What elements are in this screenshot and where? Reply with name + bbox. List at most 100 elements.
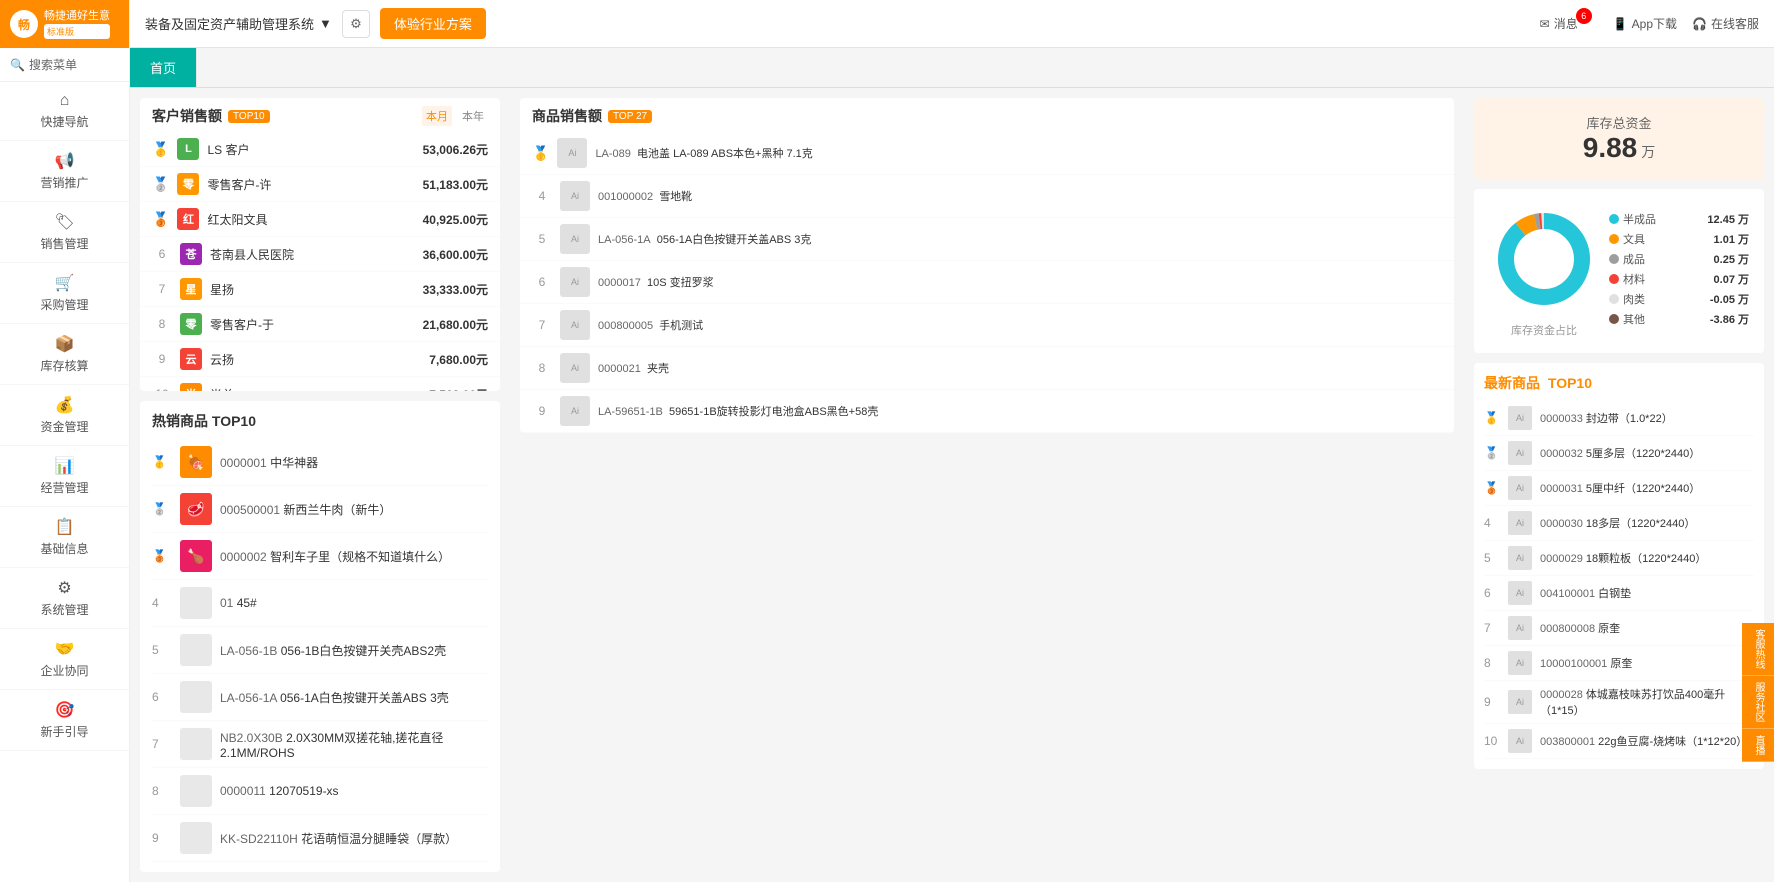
main-area: 装备及固定资产辅助管理系统 ▼ ⚙ 体验行业方案 ✉ 消息 6 📱 App下载 … xyxy=(130,0,1774,882)
legend-item: 肉类 -0.05 万 xyxy=(1609,291,1749,307)
content-area: 客户销售额 TOP10 本月 本年 🥇 L LS 客户 53,006.26元 xyxy=(130,88,1774,882)
product-image: Ai xyxy=(1508,476,1532,500)
table-row: 5 Ai LA-056-1A 056-1A白色按键开关盖ABS 3克 xyxy=(520,218,1454,261)
product-image: 🍗 xyxy=(180,540,212,572)
nav-item-jingying[interactable]: 📊 经营管理 xyxy=(0,446,129,507)
hot-products-title: 热销商品 TOP10 xyxy=(152,411,488,431)
product-image: Ai xyxy=(1508,511,1532,535)
table-row: 7 Ai 000800005 手机测试 xyxy=(520,304,1454,347)
list-item: 🥉 🍗 0000002 智利车子里（规格不知道填什么） xyxy=(152,533,488,580)
table-row: 6 Ai 0000017 10S 变扭罗浆 xyxy=(520,261,1454,304)
table-row: 🥈 零 零售客户-许 51,183.00元 xyxy=(140,167,500,202)
list-item: 8 Ai 10000100001 原奎 xyxy=(1484,646,1754,681)
legend-item: 其他 -3.86 万 xyxy=(1609,311,1749,327)
search-icon: 🔍 xyxy=(10,58,25,72)
avatar: L xyxy=(177,138,199,160)
nav-item-kuaijie[interactable]: ⌂ 快捷导航 xyxy=(0,82,129,141)
product-image: Ai xyxy=(560,181,590,211)
search-menu-button[interactable]: 🔍 搜索菜单 xyxy=(10,56,77,73)
system-name: 装备及固定资产辅助管理系统 xyxy=(145,14,314,33)
float-buttons: 客服热线 服务社区 直播 xyxy=(1742,623,1774,762)
product-image: Ai xyxy=(1508,441,1532,465)
float-btn-live[interactable]: 直播 xyxy=(1742,729,1774,762)
product-rank-panel: 商品销售额 TOP 27 🥇 Ai LA-089 电池盖 LA-089 ABS本… xyxy=(520,98,1454,433)
legend-dot xyxy=(1609,314,1619,324)
message-button[interactable]: ✉ 消息 6 xyxy=(1540,15,1598,32)
nav-icon-purchase: 🛒 xyxy=(55,273,75,293)
list-item: 9 Ai 0000028 体城嘉枝味苏打饮品400毫升（1*15） xyxy=(1484,681,1754,724)
sidebar: 畅 畅捷通好生意 标准版 🔍 搜索菜单 ⌂ 快捷导航 📢 营销推广 🏷 销售管理… xyxy=(0,0,130,882)
nav-item-yingxiao[interactable]: 📢 营销推广 xyxy=(0,141,129,202)
tab-bar: 首页 xyxy=(130,48,1774,88)
sidebar-logo: 畅 畅捷通好生意 标准版 xyxy=(0,0,129,48)
tab-home[interactable]: 首页 xyxy=(130,48,197,87)
list-item: 5 Ai 0000029 18颗粒板（1220*2440） xyxy=(1484,541,1754,576)
inventory-value: 9.88 xyxy=(1583,132,1638,164)
nav-icon-base: 📋 xyxy=(55,517,75,537)
product-image: Ai xyxy=(1508,616,1532,640)
logo-text: 畅捷通好生意 xyxy=(44,9,110,23)
donut-legend: 半成品 12.45 万 文具 1.01 万 成品 0.25 万 xyxy=(1609,211,1749,331)
product-image: Ai xyxy=(1508,651,1532,675)
nav-item-xiaoshou[interactable]: 🏷 销售管理 xyxy=(0,202,129,263)
donut-chart xyxy=(1489,204,1599,317)
legend-dot xyxy=(1609,214,1619,224)
try-plan-button[interactable]: 体验行业方案 xyxy=(380,8,486,39)
legend-item: 半成品 12.45 万 xyxy=(1609,211,1749,227)
legend-dot xyxy=(1609,274,1619,284)
inventory-value-row: 9.88 万 xyxy=(1489,132,1749,164)
table-row: 🥇 Ai LA-089 电池盖 LA-089 ABS本色+黑种 7.1克 xyxy=(520,132,1454,175)
product-image xyxy=(180,681,212,713)
table-row: 10 肖 肖总 7,563.00元 xyxy=(140,377,500,391)
product-image: Ai xyxy=(1508,581,1532,605)
nav-item-jichu[interactable]: 📋 基础信息 xyxy=(0,507,129,568)
product-image: Ai xyxy=(1508,546,1532,570)
float-btn-community[interactable]: 服务社区 xyxy=(1742,676,1774,729)
nav-icon-finance: 💰 xyxy=(55,395,75,415)
nav-item-kucun[interactable]: 📦 库存核算 xyxy=(0,324,129,385)
avatar: 苍 xyxy=(180,243,202,265)
list-item: 4 01 45# xyxy=(152,580,488,627)
left-column: 客户销售额 TOP10 本月 本年 🥇 L LS 客户 53,006.26元 xyxy=(130,88,510,882)
nav-item-xinshou[interactable]: 🎯 新手引导 xyxy=(0,690,129,751)
avatar: 星 xyxy=(180,278,202,300)
table-row: 🥉 红 红太阳文具 40,925.00元 xyxy=(140,202,500,237)
headset-icon: 🎧 xyxy=(1692,17,1707,31)
hot-products-panel: 热销商品 TOP10 🥇 🍖 0000001 中华神器 🥈 🥩 00050000… xyxy=(140,401,500,872)
header: 装备及固定资产辅助管理系统 ▼ ⚙ 体验行业方案 ✉ 消息 6 📱 App下载 … xyxy=(130,0,1774,48)
product-image: Ai xyxy=(560,267,590,297)
period-tab-year[interactable]: 本年 xyxy=(458,106,488,126)
list-item: 7 NB2.0X30B 2.0X30MM双搓花轴,搓花直径2.1MM/ROHS xyxy=(152,721,488,768)
app-download-button[interactable]: 📱 App下载 xyxy=(1613,15,1677,32)
list-item: 4 Ai 0000030 18多层（1220*2440） xyxy=(1484,506,1754,541)
product-image: 🍖 xyxy=(180,446,212,478)
table-row: 4 Ai 001000002 雪地靴 xyxy=(520,175,1454,218)
online-service-button[interactable]: 🎧 在线客服 xyxy=(1692,15,1759,32)
nav-item-caigou[interactable]: 🛒 采购管理 xyxy=(0,263,129,324)
legend-item: 材料 0.07 万 xyxy=(1609,271,1749,287)
sidebar-search-area[interactable]: 🔍 搜索菜单 xyxy=(0,48,129,82)
list-item: 🥈 Ai 0000032 5厘多层（1220*2440） xyxy=(1484,436,1754,471)
product-image: Ai xyxy=(560,353,590,383)
avatar: 肖 xyxy=(180,383,202,391)
nav-icon-management: 📊 xyxy=(55,456,75,476)
settings-button[interactable]: ⚙ xyxy=(342,10,370,38)
message-icon: ✉ xyxy=(1540,17,1550,31)
phone-icon: 📱 xyxy=(1613,17,1628,31)
nav-item-xitong[interactable]: ⚙ 系统管理 xyxy=(0,568,129,629)
nav-item-zijin[interactable]: 💰 资金管理 xyxy=(0,385,129,446)
legend-item: 文具 1.01 万 xyxy=(1609,231,1749,247)
float-btn-service[interactable]: 客服热线 xyxy=(1742,623,1774,676)
product-rank-title: 商品销售额 xyxy=(532,106,602,126)
medal-icon-2: 🥈 xyxy=(152,176,169,193)
legend-item: 成品 0.25 万 xyxy=(1609,251,1749,267)
list-item: 5 LA-056-1B 056-1B白色按键开关壳ABS2壳 xyxy=(152,627,488,674)
nav-item-qiye[interactable]: 🤝 企业协同 xyxy=(0,629,129,690)
product-image: Ai xyxy=(1508,406,1532,430)
list-item: 🥈 🥩 000500001 新西兰牛肉（新牛） xyxy=(152,486,488,533)
nav-icon-system: ⚙ xyxy=(57,578,71,598)
avatar: 零 xyxy=(180,313,202,335)
customer-rank-badge: TOP10 xyxy=(228,110,270,123)
system-selector[interactable]: 装备及固定资产辅助管理系统 ▼ xyxy=(145,14,332,33)
period-tab-month[interactable]: 本月 xyxy=(422,106,452,126)
